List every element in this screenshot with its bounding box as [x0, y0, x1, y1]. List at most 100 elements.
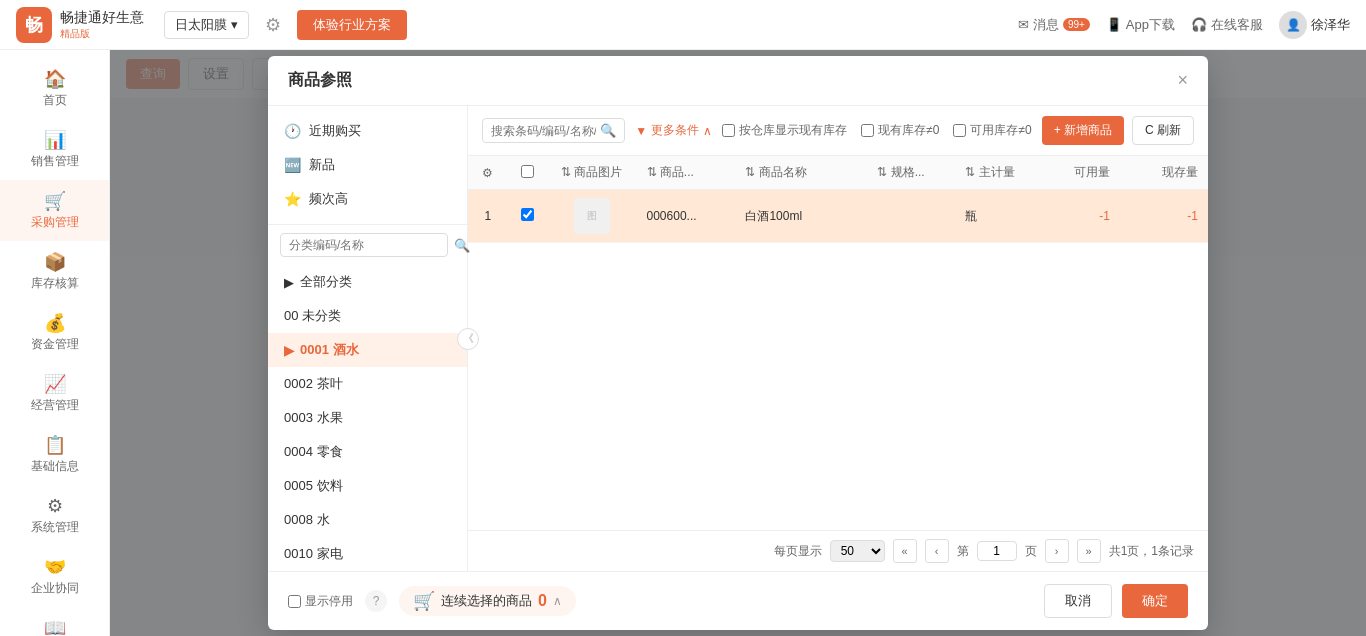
category-item-fruit[interactable]: 0003 水果 — [268, 401, 467, 435]
sidebar-item-sales[interactable]: 📊 销售管理 — [0, 119, 109, 180]
collapse-filter-icon: ∧ — [703, 124, 712, 138]
sidebar-label-inventory: 库存核算 — [31, 275, 79, 292]
check-available-nonzero[interactable]: 可用库存≠0 — [953, 122, 1031, 139]
col-spec-header[interactable]: ⇅ 规格... — [867, 156, 955, 190]
category-water-label: 0008 水 — [284, 511, 330, 529]
check-by-warehouse[interactable]: 按仓库显示现有库存 — [722, 122, 847, 139]
sidebar-label-finance: 资金管理 — [31, 336, 79, 353]
filter-bar: 🔍 ▼ 更多条件 ∧ 按仓库显示现有库存 — [468, 106, 1208, 156]
last-page-button[interactable]: » — [1077, 539, 1101, 563]
product-search-input[interactable] — [491, 124, 596, 138]
page-number-input[interactable] — [977, 541, 1017, 561]
user-name: 徐泽华 — [1311, 16, 1350, 34]
row-code: 000600... — [637, 190, 736, 243]
prev-page-button[interactable]: ‹ — [925, 539, 949, 563]
sidebar-item-enterprise[interactable]: 🤝 企业协同 — [0, 546, 109, 607]
collapse-panel-button[interactable]: 《 — [457, 328, 479, 350]
category-item-appliance[interactable]: 0010 家电 — [268, 537, 467, 571]
modal-close-button[interactable]: × — [1177, 70, 1188, 91]
confirm-button[interactable]: 确定 — [1122, 584, 1188, 618]
warehouse-checkbox[interactable] — [722, 124, 735, 137]
sidebar-item-finance[interactable]: 💰 资金管理 — [0, 302, 109, 363]
col-unit-header[interactable]: ⇅ 主计量 — [955, 156, 1032, 190]
more-conditions-button[interactable]: ▼ 更多条件 ∧ — [635, 122, 712, 139]
expand-all-icon: ▶ — [284, 275, 294, 290]
quick-link-new[interactable]: 🆕 新品 — [268, 148, 467, 182]
sidebar-item-purchase[interactable]: 🛒 采购管理 — [0, 180, 109, 241]
quick-links-section: 🕐 近期购买 🆕 新品 ⭐ 频次高 — [268, 106, 467, 225]
guide-icon: 📖 — [44, 617, 66, 636]
sidebar: 🏠 首页 📊 销售管理 🛒 采购管理 📦 库存核算 💰 资金管理 📈 经营管理 … — [0, 50, 110, 636]
category-item-all[interactable]: ▶ 全部分类 — [268, 265, 467, 299]
category-item-liquor[interactable]: ▶ 0001 酒水 — [268, 333, 467, 367]
message-icon: ✉ — [1018, 17, 1029, 32]
cart-area[interactable]: 🛒 连续选择的商品 0 ∧ — [399, 586, 576, 616]
user-item[interactable]: 👤 徐泽华 — [1279, 11, 1350, 39]
refresh-button[interactable]: C 刷新 — [1132, 116, 1194, 145]
category-item-uncategorized[interactable]: 00 未分类 — [268, 299, 467, 333]
category-list: ▶ 全部分类 00 未分类 ▶ 0001 酒水 0002 茶 — [268, 265, 467, 571]
category-item-beverage[interactable]: 0005 饮料 — [268, 469, 467, 503]
category-all-label: 全部分类 — [300, 273, 352, 291]
show-disabled-label[interactable]: 显示停用 — [288, 593, 353, 610]
sidebar-label-sales: 销售管理 — [31, 153, 79, 170]
product-search-icon[interactable]: 🔍 — [600, 123, 616, 138]
category-search-icon[interactable]: 🔍 — [454, 238, 470, 253]
user-avatar: 👤 — [1279, 11, 1307, 39]
row-available: -1 — [1032, 190, 1120, 243]
right-panel: 🔍 ▼ 更多条件 ∧ 按仓库显示现有库存 — [468, 106, 1208, 571]
quick-link-frequent[interactable]: ⭐ 频次高 — [268, 182, 467, 216]
modal-title: 商品参照 — [288, 70, 352, 91]
basic-icon: 📋 — [44, 434, 66, 456]
category-item-tea[interactable]: 0002 茶叶 — [268, 367, 467, 401]
col-code-header[interactable]: ⇅ 商品... — [637, 156, 736, 190]
col-name-header[interactable]: ⇅ 商品名称 — [735, 156, 867, 190]
table-row[interactable]: 1 图 000600... 白酒100ml — [468, 190, 1208, 243]
app-download-item[interactable]: 📱 App下载 — [1106, 16, 1175, 34]
col-settings: ⚙ — [468, 156, 508, 190]
pagination: 每页显示 50 100 « ‹ 第 页 › » 共 — [468, 530, 1208, 571]
first-page-button[interactable]: « — [893, 539, 917, 563]
footer-actions: 取消 确定 — [1044, 584, 1188, 618]
store-chevron-icon: ▾ — [231, 17, 238, 32]
recent-label: 近期购买 — [309, 122, 361, 140]
per-page-select[interactable]: 50 100 — [830, 540, 885, 562]
trial-button[interactable]: 体验行业方案 — [297, 10, 407, 40]
help-icon[interactable]: ? — [365, 590, 387, 612]
category-item-snack[interactable]: 0004 零食 — [268, 435, 467, 469]
sidebar-item-inventory[interactable]: 📦 库存核算 — [0, 241, 109, 302]
messages-item[interactable]: ✉ 消息 99+ — [1018, 16, 1090, 34]
sidebar-item-guide[interactable]: 📖 新手引导 — [0, 607, 109, 636]
sidebar-label-purchase: 采购管理 — [31, 214, 79, 231]
cancel-button[interactable]: 取消 — [1044, 584, 1112, 618]
logo-area: 畅 畅捷通好生意 精品版 — [16, 7, 144, 43]
category-liquor-label: 0001 酒水 — [300, 341, 359, 359]
gear-icon[interactable]: ⚙ — [261, 10, 285, 40]
check-stock-nonzero[interactable]: 现有库存≠0 — [861, 122, 939, 139]
product-table: ⚙ ⇅ 商品图片 ⇅ 商品... — [468, 156, 1208, 243]
category-appliance-label: 0010 家电 — [284, 545, 343, 563]
col-img-sort-icon: ⇅ — [561, 165, 571, 179]
add-product-button[interactable]: + 新增商品 — [1042, 116, 1124, 145]
sidebar-item-basic-info[interactable]: 📋 基础信息 — [0, 424, 109, 485]
modal-body: 🕐 近期购买 🆕 新品 ⭐ 频次高 — [268, 106, 1208, 571]
header-center: 日太阳膜 ▾ ⚙ 体验行业方案 — [164, 10, 1018, 40]
store-selector[interactable]: 日太阳膜 ▾ — [164, 11, 249, 39]
show-disabled-checkbox[interactable] — [288, 595, 301, 608]
online-service-item[interactable]: 🎧 在线客服 — [1191, 16, 1263, 34]
table-body: 1 图 000600... 白酒100ml — [468, 190, 1208, 243]
sidebar-item-system[interactable]: ⚙ 系统管理 — [0, 485, 109, 546]
sidebar-item-business[interactable]: 📈 经营管理 — [0, 363, 109, 424]
quick-link-recent[interactable]: 🕐 近期购买 — [268, 114, 467, 148]
inventory-icon: 📦 — [44, 251, 66, 273]
row-checkbox[interactable] — [521, 208, 534, 221]
category-item-water[interactable]: 0008 水 — [268, 503, 467, 537]
select-all-checkbox[interactable] — [521, 165, 534, 178]
next-page-button[interactable]: › — [1045, 539, 1069, 563]
sidebar-item-home[interactable]: 🏠 首页 — [0, 58, 109, 119]
sidebar-label-home: 首页 — [43, 92, 67, 109]
available-nonzero-checkbox[interactable] — [953, 124, 966, 137]
app-download-label: App下载 — [1126, 16, 1175, 34]
stock-nonzero-checkbox[interactable] — [861, 124, 874, 137]
category-search-input[interactable] — [280, 233, 448, 257]
